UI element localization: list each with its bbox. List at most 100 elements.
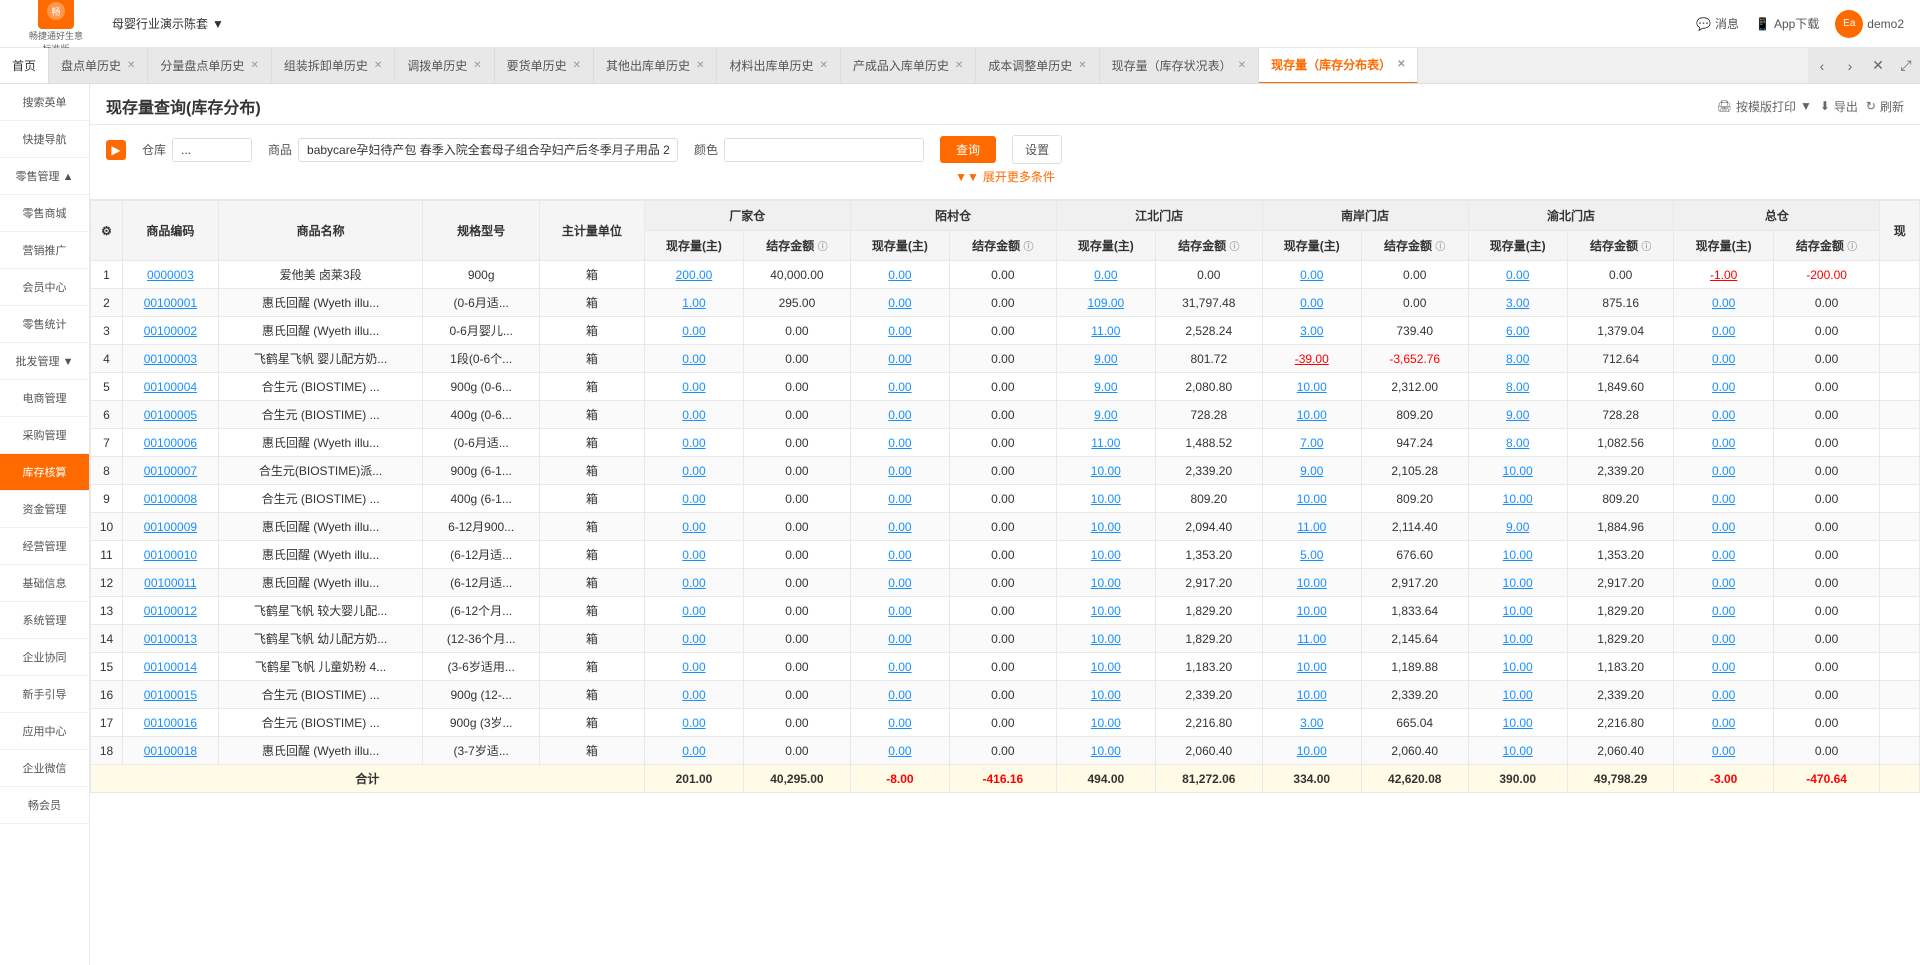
code-link[interactable]: 00100018 <box>144 744 197 758</box>
qty-link[interactable]: 0.00 <box>682 548 705 562</box>
qty-link[interactable]: 0.00 <box>682 744 705 758</box>
code-link[interactable]: 00100010 <box>144 548 197 562</box>
qty-link[interactable]: 9.00 <box>1094 352 1117 366</box>
qty-link[interactable]: 10.00 <box>1091 660 1121 674</box>
qty-link[interactable]: 10.00 <box>1091 604 1121 618</box>
th-settings[interactable]: ⚙ <box>91 201 123 261</box>
tab-order[interactable]: 要货单历史 ✕ <box>495 48 594 84</box>
qty-link[interactable]: 10.00 <box>1503 464 1533 478</box>
tab-cost-adjust[interactable]: 成本调整单历史 ✕ <box>976 48 1099 84</box>
sidebar-item-apps[interactable]: 应用中心 <box>0 713 89 750</box>
qty-link[interactable]: 0.00 <box>682 408 705 422</box>
code-link[interactable]: 00100009 <box>144 520 197 534</box>
code-link[interactable]: 00100006 <box>144 436 197 450</box>
qty-link[interactable]: 10.00 <box>1503 492 1533 506</box>
sidebar-item-system[interactable]: 系统管理 <box>0 602 89 639</box>
qty-link[interactable]: 10.00 <box>1503 548 1533 562</box>
qty-link[interactable]: 8.00 <box>1506 436 1529 450</box>
sidebar-item-marketing[interactable]: 营销推广 <box>0 232 89 269</box>
code-link[interactable]: 0000003 <box>147 268 194 282</box>
tab-close-icon[interactable]: ✕ <box>955 60 963 71</box>
print-btn[interactable]: 🖨 按模版打印 ▼ <box>1717 98 1812 115</box>
tab-stock-dist[interactable]: 现存量（库存分布表） ✕ <box>1259 48 1418 84</box>
code-link[interactable]: 00100001 <box>144 296 197 310</box>
code-link[interactable]: 00100013 <box>144 632 197 646</box>
qty-link[interactable]: 11.00 <box>1297 520 1326 534</box>
collapse-btn[interactable]: ▶ <box>106 140 126 160</box>
qty-link[interactable]: 10.00 <box>1297 492 1327 506</box>
qty-link[interactable]: 8.00 <box>1506 380 1529 394</box>
qty-link[interactable]: 10.00 <box>1503 660 1533 674</box>
qty-link[interactable]: 10.00 <box>1503 688 1533 702</box>
warehouse-input[interactable] <box>172 138 252 162</box>
tab-home[interactable]: 首页 <box>0 48 49 84</box>
code-link[interactable]: 00100007 <box>144 464 197 478</box>
qty-link[interactable]: -1.00 <box>1710 268 1737 282</box>
qty-link[interactable]: 0.00 <box>888 576 911 590</box>
qty-link[interactable]: 10.00 <box>1091 716 1121 730</box>
code-link[interactable]: 00100011 <box>144 576 197 590</box>
qty-link[interactable]: 0.00 <box>682 464 705 478</box>
qty-link[interactable]: 0.00 <box>888 464 911 478</box>
qty-link[interactable]: 0.00 <box>1712 492 1735 506</box>
qty-link[interactable]: 11.00 <box>1297 632 1326 646</box>
qty-link[interactable]: 0.00 <box>682 324 705 338</box>
tab-close-icon[interactable]: ✕ <box>573 60 581 71</box>
tab-close-icon[interactable]: ✕ <box>1397 59 1405 70</box>
qty-link[interactable]: 9.00 <box>1094 408 1117 422</box>
tab-close-icon[interactable]: ✕ <box>1078 60 1086 71</box>
qty-link[interactable]: 10.00 <box>1503 604 1533 618</box>
qty-link[interactable]: 10.00 <box>1091 492 1121 506</box>
qty-link[interactable]: 10.00 <box>1297 408 1327 422</box>
qty-link[interactable]: -39.00 <box>1295 352 1329 366</box>
info-icon[interactable]: ⓘ <box>1641 242 1651 253</box>
qty-link[interactable]: 0.00 <box>1712 324 1735 338</box>
qty-link[interactable]: 0.00 <box>888 520 911 534</box>
qty-link[interactable]: 9.00 <box>1300 464 1323 478</box>
qty-link[interactable]: 0.00 <box>888 548 911 562</box>
export-btn[interactable]: ⬇ 导出 <box>1820 98 1858 115</box>
qty-link[interactable]: 200.00 <box>676 268 713 282</box>
qty-link[interactable]: 0.00 <box>1712 604 1735 618</box>
qty-link[interactable]: 10.00 <box>1091 520 1121 534</box>
message-btn[interactable]: 💬 消息 <box>1696 15 1739 32</box>
qty-link[interactable]: 0.00 <box>682 660 705 674</box>
sidebar-item-retail-stats[interactable]: 零售统计 <box>0 306 89 343</box>
qty-link[interactable]: 9.00 <box>1094 380 1117 394</box>
qty-link[interactable]: 9.00 <box>1506 520 1529 534</box>
qty-link[interactable]: 0.00 <box>888 744 911 758</box>
sidebar-item-inventory[interactable]: 库存核算 <box>0 454 89 491</box>
qty-link[interactable]: 10.00 <box>1297 744 1327 758</box>
qty-link[interactable]: 0.00 <box>1506 268 1529 282</box>
qty-link[interactable]: 0.00 <box>682 492 705 506</box>
sidebar-item-management[interactable]: 经营管理 <box>0 528 89 565</box>
code-link[interactable]: 00100012 <box>144 604 197 618</box>
qty-link[interactable]: 5.00 <box>1300 548 1323 562</box>
tab-stock-status[interactable]: 现存量（库存状况表） ✕ <box>1100 48 1259 84</box>
sidebar-item-collab[interactable]: 企业协同 <box>0 639 89 676</box>
goods-input[interactable] <box>298 138 678 162</box>
qty-link[interactable]: 10.00 <box>1297 688 1327 702</box>
tab-transfer[interactable]: 调拨单历史 ✕ <box>395 48 494 84</box>
qty-link[interactable]: 10.00 <box>1503 716 1533 730</box>
qty-link[interactable]: 0.00 <box>888 324 911 338</box>
qty-link[interactable]: 0.00 <box>1712 296 1735 310</box>
qty-link[interactable]: 0.00 <box>888 296 911 310</box>
code-link[interactable]: 00100002 <box>144 324 197 338</box>
expand-row[interactable]: ▼▼ 展开更多条件 <box>106 164 1904 189</box>
qty-link[interactable]: 0.00 <box>1712 436 1735 450</box>
code-link[interactable]: 00100014 <box>144 660 197 674</box>
qty-link[interactable]: 10.00 <box>1297 576 1327 590</box>
sidebar-item-finance[interactable]: 资金管理 <box>0 491 89 528</box>
qty-link[interactable]: 0.00 <box>1300 296 1323 310</box>
qty-link[interactable]: 0.00 <box>682 716 705 730</box>
sidebar-item-member2[interactable]: 畅会员 <box>0 787 89 824</box>
tab-product-in[interactable]: 产成品入库单历史 ✕ <box>841 48 976 84</box>
qty-link[interactable]: 0.00 <box>1712 380 1735 394</box>
sidebar-item-retail-mgmt[interactable]: 零售管理 ▲ <box>0 158 89 195</box>
qty-link[interactable]: 10.00 <box>1091 464 1121 478</box>
code-link[interactable]: 00100008 <box>144 492 197 506</box>
app-download-btn[interactable]: 📱 App下载 <box>1755 15 1819 32</box>
qty-link[interactable]: 0.00 <box>1300 268 1323 282</box>
sidebar-item-wechat[interactable]: 企业微信 <box>0 750 89 787</box>
